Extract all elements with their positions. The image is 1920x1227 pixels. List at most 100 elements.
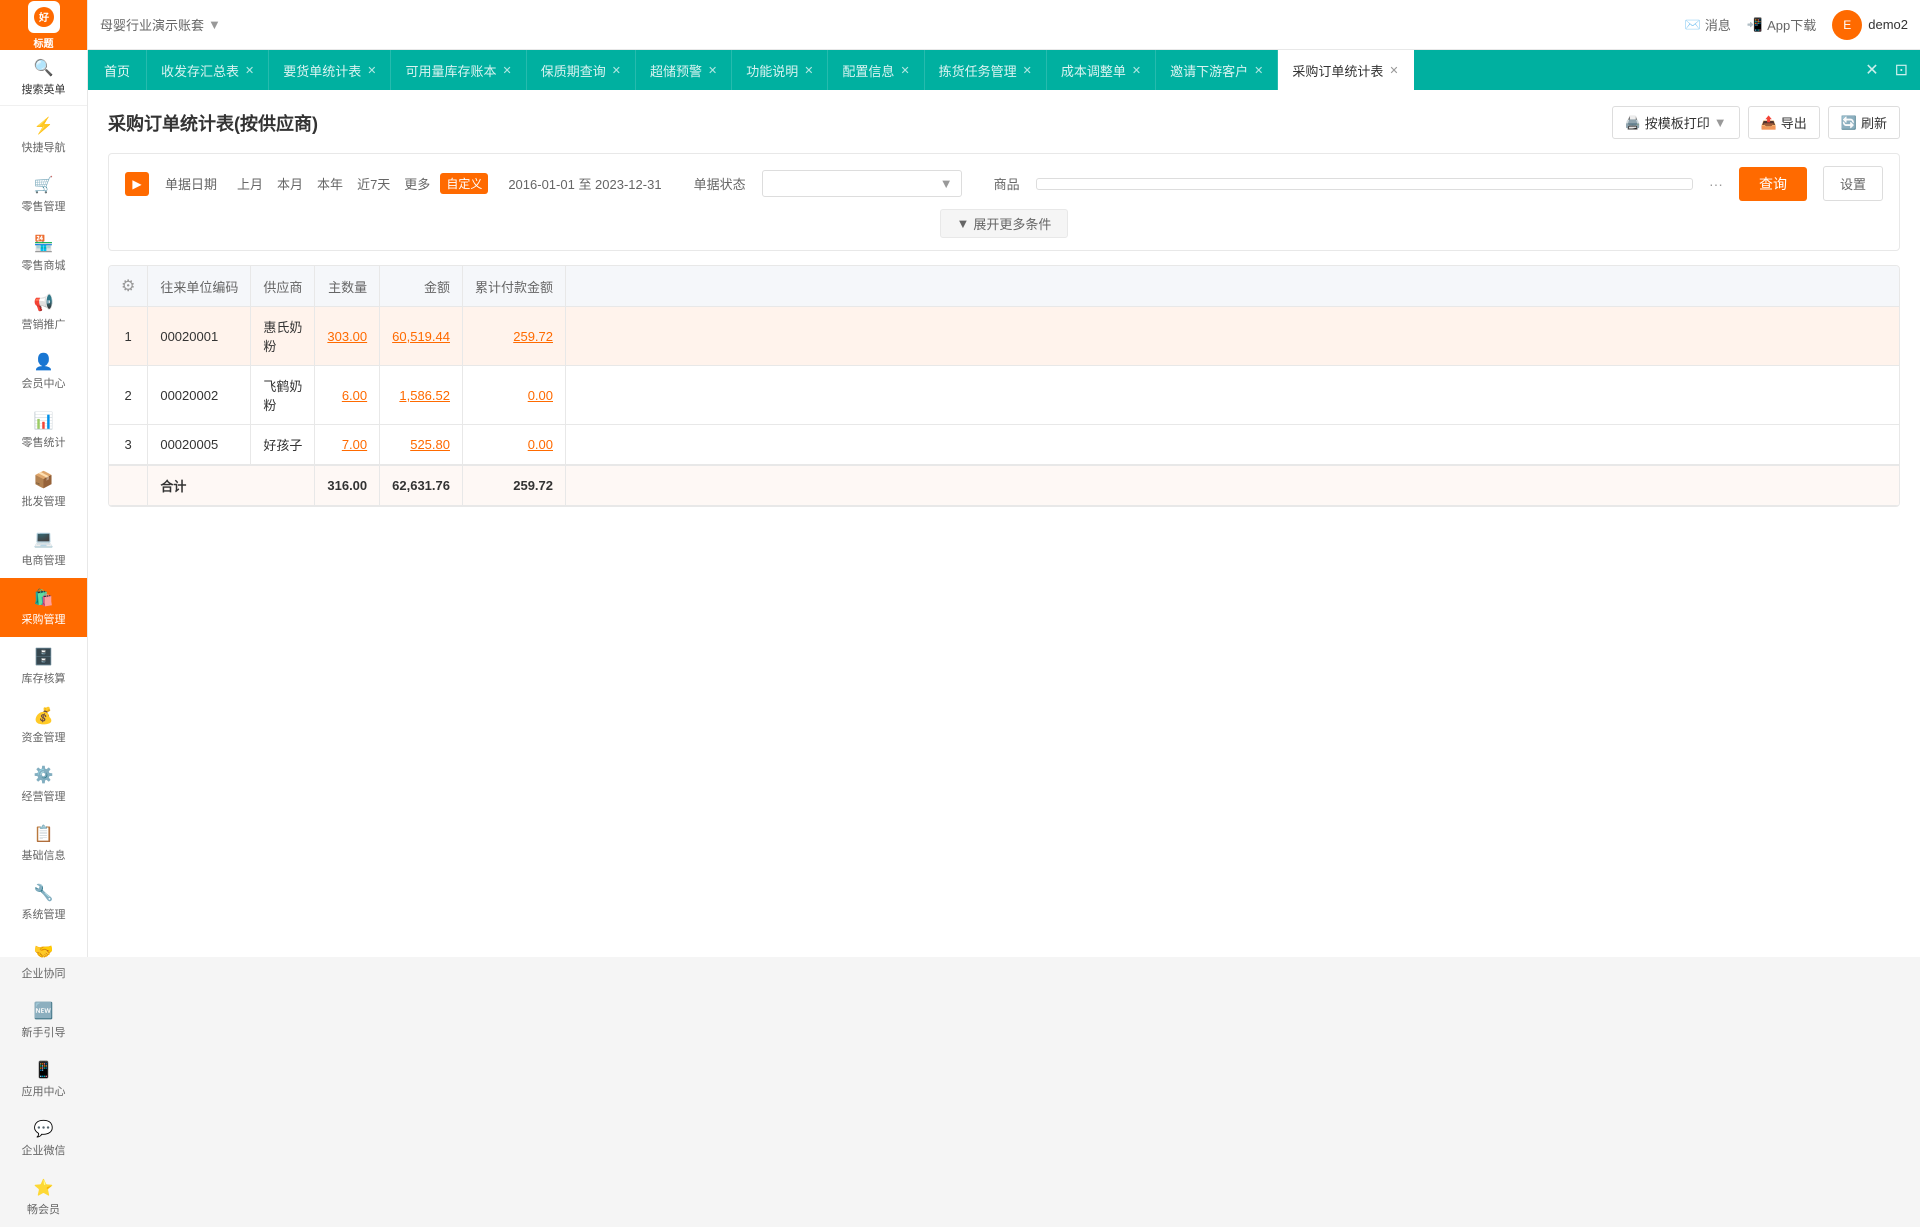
sidebar-search-item[interactable]: 🔍 搜索英单 (0, 50, 87, 106)
paid-link-3[interactable]: 0.00 (528, 437, 553, 452)
avatar: E (1832, 10, 1862, 40)
custom-date-tag[interactable]: 自定义 (440, 173, 488, 194)
sidebar-item-vip[interactable]: ⭐ 畅会员 (0, 1168, 87, 1227)
sidebar-item-basic[interactable]: 📋 基础信息 (0, 814, 87, 873)
amount-link-2[interactable]: 1,586.52 (399, 388, 450, 403)
tab-chengben-close[interactable]: ✕ (1132, 64, 1141, 77)
sidebar-item-finance[interactable]: 💰 资金管理 (0, 696, 87, 755)
shortcut-lastmonth[interactable]: 上月 (233, 172, 267, 195)
tab-gongnengshuo[interactable]: 功能说明 ✕ (732, 50, 828, 90)
tab-shoufahuizong-close[interactable]: ✕ (245, 64, 254, 77)
tab-chengben[interactable]: 成本调整单 ✕ (1047, 50, 1156, 90)
cell-paid-2[interactable]: 0.00 (462, 366, 565, 425)
sidebar-item-newguide[interactable]: 🆕 新手引导 (0, 991, 87, 1050)
cooperation-icon: 🤝 (34, 942, 54, 962)
tab-peizhi[interactable]: 配置信息 ✕ (828, 50, 924, 90)
cell-paid-3[interactable]: 0.00 (462, 425, 565, 466)
status-select[interactable]: ▼ (762, 170, 962, 197)
app-download-button[interactable]: 📲 App下载 (1747, 15, 1816, 34)
cell-main-qty-3[interactable]: 7.00 (315, 425, 380, 466)
sidebar-item-system[interactable]: 🔧 系统管理 (0, 873, 87, 932)
tab-yaoqing-close[interactable]: ✕ (1254, 64, 1263, 77)
goods-input[interactable] (1036, 178, 1693, 190)
sidebar-item-appcenter[interactable]: 📱 应用中心 (0, 1050, 87, 1109)
tab-baozhi[interactable]: 保质期查询 ✕ (527, 50, 636, 90)
cell-paid-1[interactable]: 259.72 (462, 307, 565, 366)
page-inner: 采购订单统计表(按供应商) 🖨️ 按模板打印 ▼ 📤 导出 🔄 刷新 (88, 90, 1920, 957)
tab-yaoqing[interactable]: 邀请下游客户 ✕ (1156, 50, 1278, 90)
tab-chaochuyujing[interactable]: 超储预警 ✕ (636, 50, 732, 90)
shortcut-7days[interactable]: 近7天 (353, 172, 394, 195)
sidebar-item-operation[interactable]: ⚙️ 经营管理 (0, 755, 87, 814)
tab-yaohuodangtongji-close[interactable]: ✕ (367, 64, 376, 77)
shortcut-thisyear[interactable]: 本年 (313, 172, 347, 195)
close-all-tabs-button[interactable]: ✕ (1861, 56, 1882, 84)
tab-tuhuo-close[interactable]: ✕ (1023, 64, 1032, 77)
sidebar-item-purchase[interactable]: 🛍️ 采购管理 (0, 578, 87, 637)
main-qty-link-2[interactable]: 6.00 (342, 388, 367, 403)
user-menu[interactable]: E demo2 (1832, 10, 1908, 40)
sidebar-item-member[interactable]: 👤 会员中心 (0, 342, 87, 401)
query-button[interactable]: 查询 (1739, 167, 1807, 201)
shortcut-thismonth[interactable]: 本月 (273, 172, 307, 195)
sidebar-item-wholesale[interactable]: 📦 批发管理 (0, 460, 87, 519)
tab-yaohuodangtongji[interactable]: 要货单统计表 ✕ (269, 50, 391, 90)
shortcut-more[interactable]: 更多 (400, 172, 434, 195)
search-icon: 🔍 (34, 58, 54, 78)
settings-button[interactable]: 设置 (1823, 166, 1883, 201)
tab-keyongliang[interactable]: 可用量库存账本 ✕ (391, 50, 526, 90)
export-button[interactable]: 📤 导出 (1748, 106, 1820, 139)
tab-baozhi-close[interactable]: ✕ (612, 64, 621, 77)
tab-yaoqing-label: 邀请下游客户 (1170, 61, 1248, 80)
cell-main-qty-1[interactable]: 303.00 (315, 307, 380, 366)
status-filter-label: 单据状态 (694, 174, 746, 193)
sidebar-item-retailstat[interactable]: 📊 零售统计 (0, 401, 87, 460)
filter-more-icon[interactable]: ··· (1709, 176, 1723, 192)
message-button[interactable]: ✉️ 消息 (1685, 15, 1731, 34)
tab-keyongliang-close[interactable]: ✕ (503, 64, 512, 77)
page-content: 采购订单统计表(按供应商) 🖨️ 按模板打印 ▼ 📤 导出 🔄 刷新 (88, 90, 1920, 957)
expand-tabs-button[interactable]: ⊡ (1891, 56, 1912, 84)
sidebar-item-wechat[interactable]: 💬 企业微信 (0, 1109, 87, 1168)
breadcrumb-arrow-icon[interactable]: ▼ (208, 17, 221, 32)
paid-link-2[interactable]: 0.00 (528, 388, 553, 403)
table-body: 1 00020001 惠氏奶粉 303.00 60,519.44 259.72 (109, 307, 1899, 466)
table-header: ⚙ 往来单位编码 供应商 主数量 金额 累计付款金额 (109, 266, 1899, 307)
tab-caigou-close[interactable]: ✕ (1389, 64, 1398, 77)
tab-gongnengshuo-close[interactable]: ✕ (804, 64, 813, 77)
expand-button[interactable]: ▼ 展开更多条件 (940, 209, 1069, 238)
tab-chaochuyujing-close[interactable]: ✕ (708, 64, 717, 77)
sidebar-label-appcenter: 应用中心 (22, 1083, 66, 1099)
footer-amount: 62,631.76 (380, 465, 463, 506)
sidebar-item-retailmall[interactable]: 🏪 零售商城 (0, 224, 87, 283)
sidebar-item-cooperation[interactable]: 🤝 企业协同 (0, 932, 87, 991)
main-qty-link-1[interactable]: 303.00 (327, 329, 367, 344)
col-amount: 金额 (380, 266, 463, 307)
tab-tuhuo[interactable]: 拣货任务管理 ✕ (925, 50, 1047, 90)
sidebar-item-ecom[interactable]: 💻 电商管理 (0, 519, 87, 578)
cell-main-qty-2[interactable]: 6.00 (315, 366, 380, 425)
amount-link-1[interactable]: 60,519.44 (392, 329, 450, 344)
column-settings-icon[interactable]: ⚙ (121, 278, 135, 295)
sidebar-label-finance: 资金管理 (22, 729, 66, 745)
cell-amount-3[interactable]: 525.80 (380, 425, 463, 466)
cell-amount-1[interactable]: 60,519.44 (380, 307, 463, 366)
tab-shoufahuizong[interactable]: 收发存汇总表 ✕ (147, 50, 269, 90)
paid-link-1[interactable]: 259.72 (513, 329, 553, 344)
col-settings[interactable]: ⚙ (109, 266, 148, 307)
sidebar-item-retail[interactable]: 🛒 零售管理 (0, 165, 87, 224)
amount-link-3[interactable]: 525.80 (410, 437, 450, 452)
topbar-right: ✉️ 消息 📲 App下载 E demo2 (1685, 10, 1908, 40)
refresh-button[interactable]: 🔄 刷新 (1828, 106, 1900, 139)
sidebar-item-marketing[interactable]: 📢 营销推广 (0, 283, 87, 342)
sidebar-item-quicknav[interactable]: ⚡ 快捷导航 (0, 106, 87, 165)
filter-toggle-button[interactable]: ▶ (125, 172, 149, 196)
print-button[interactable]: 🖨️ 按模板打印 ▼ (1612, 106, 1740, 139)
cell-amount-2[interactable]: 1,586.52 (380, 366, 463, 425)
col-main-qty: 主数量 (315, 266, 380, 307)
sidebar-item-inventory[interactable]: 🗄️ 库存核算 (0, 637, 87, 696)
tab-peizhi-close[interactable]: ✕ (900, 64, 909, 77)
main-qty-link-3[interactable]: 7.00 (342, 437, 367, 452)
tab-home[interactable]: 首页 (88, 50, 147, 90)
tab-caigou[interactable]: 采购订单统计表 ✕ (1278, 50, 1413, 90)
